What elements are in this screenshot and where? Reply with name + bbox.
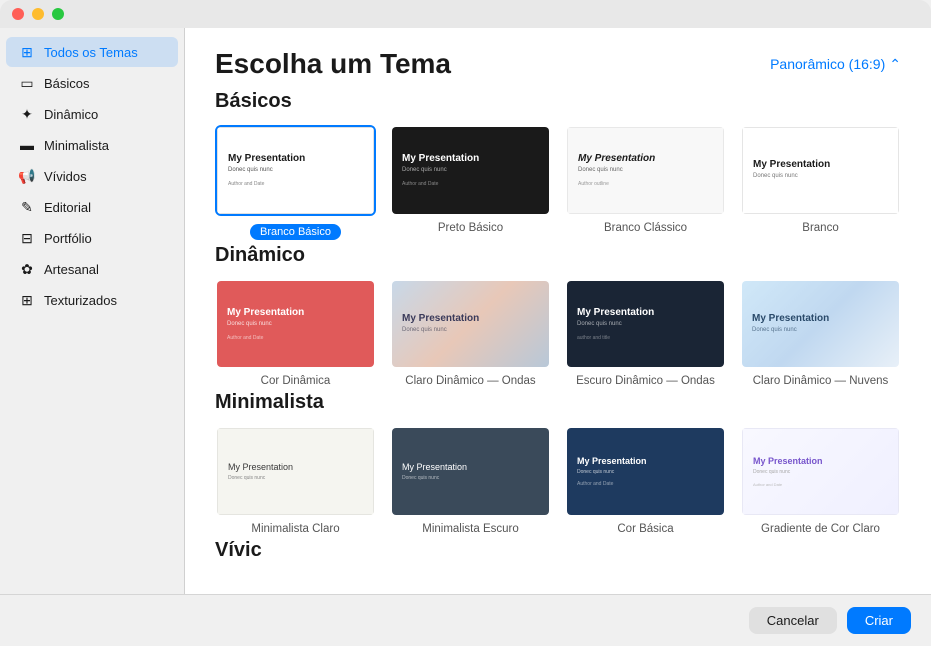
sidebar-label-portfolio: Portfólio: [44, 231, 92, 246]
template-label-escuro-ondas: Escuro Dinâmico — Ondas: [576, 375, 715, 387]
template-label-branco-classico: Branco Clássico: [604, 222, 687, 234]
template-branco-basico[interactable]: My PresentationDonec quis nuncAuthor and…: [215, 125, 376, 240]
sidebar-item-vividos[interactable]: 📢 Vívidos: [6, 161, 178, 191]
sidebar-item-basicos[interactable]: ▭ Básicos: [6, 68, 178, 98]
template-cor-basica[interactable]: My PresentationDonec quis nuncAuthor and…: [565, 426, 726, 535]
template-thumb-cor-basica: My PresentationDonec quis nuncAuthor and…: [565, 426, 726, 517]
sidebar-label-artesanal: Artesanal: [44, 262, 99, 277]
template-min-escuro[interactable]: My PresentationDonec quis nunc Minimalist…: [390, 426, 551, 535]
sidebar-item-editorial[interactable]: ✎ Editorial: [6, 192, 178, 222]
template-gradiente-claro[interactable]: My PresentationDonec quis nuncAuthor and…: [740, 426, 901, 535]
selected-badge: Branco Básico: [250, 224, 341, 240]
cancel-button[interactable]: Cancelar: [749, 607, 837, 634]
close-button[interactable]: [12, 8, 24, 20]
template-thumb-branco-classico: My PresentationDonec quis nuncAuthor out…: [565, 125, 726, 216]
sidebar-label-vividos: Vívidos: [44, 169, 87, 184]
sidebar-icon-artesanal: ✿: [18, 260, 36, 278]
template-thumb-branco: My PresentationDonec quis nunc: [740, 125, 901, 216]
template-thumb-escuro-ondas: My PresentationDonec quis nuncauthor and…: [565, 279, 726, 370]
template-label-min-claro: Minimalista Claro: [251, 523, 339, 535]
section-title-minimalista: Minimalista: [215, 391, 901, 414]
section-title-basicos: Básicos: [215, 90, 901, 113]
template-thumb-gradiente-claro: My PresentationDonec quis nuncAuthor and…: [740, 426, 901, 517]
sidebar-label-basicos: Básicos: [44, 76, 90, 91]
sidebar-icon-minimalista: ▬: [18, 136, 36, 154]
template-label-preto-basico: Preto Básico: [438, 222, 503, 234]
template-claro-ondas[interactable]: My PresentationDonec quis nunc Claro Dinâ…: [390, 279, 551, 388]
template-cor-dinamica[interactable]: My PresentationDonec quis nuncAuthor and…: [215, 279, 376, 388]
section-title-vividos: Vívic: [215, 539, 901, 562]
sidebar-item-dinamico[interactable]: ✦ Dinâmico: [6, 99, 178, 129]
footer: Cancelar Criar: [0, 594, 931, 646]
template-thumb-preto-basico: My PresentationDonec quis nuncAuthor and…: [390, 125, 551, 216]
sidebar-icon-vividos: 📢: [18, 167, 36, 185]
sidebar-label-texturizados: Texturizados: [44, 293, 117, 308]
template-label-min-escuro: Minimalista Escuro: [422, 523, 519, 535]
template-preto-basico[interactable]: My PresentationDonec quis nuncAuthor and…: [390, 125, 551, 240]
templates-grid-dinamico: My PresentationDonec quis nuncAuthor and…: [215, 279, 901, 388]
template-thumb-cor-dinamica: My PresentationDonec quis nuncAuthor and…: [215, 279, 376, 370]
sidebar-label-dinamico: Dinâmico: [44, 107, 98, 122]
template-thumb-branco-basico: My PresentationDonec quis nuncAuthor and…: [215, 125, 376, 216]
page-title: Escolha um Tema: [215, 48, 451, 80]
template-label-claro-ondas: Claro Dinâmico — Ondas: [405, 375, 535, 387]
templates-grid-minimalista: My PresentationDonec quis nunc Minimalist…: [215, 426, 901, 535]
sidebar-icon-portfolio: ⊟: [18, 229, 36, 247]
sidebar-item-texturizados[interactable]: ⊞ Texturizados: [6, 285, 178, 315]
aspect-ratio-selector[interactable]: Panorâmico (16:9) ⌃: [770, 56, 901, 73]
template-label-claro-nuvens: Claro Dinâmico — Nuvens: [753, 375, 889, 387]
template-escuro-ondas[interactable]: My PresentationDonec quis nuncauthor and…: [565, 279, 726, 388]
sidebar-item-minimalista[interactable]: ▬ Minimalista: [6, 130, 178, 160]
aspect-ratio-label: Panorâmico (16:9): [770, 56, 885, 72]
sidebar-label-todos: Todos os Temas: [44, 45, 138, 60]
template-label-gradiente-claro: Gradiente de Cor Claro: [761, 523, 880, 535]
content-header: Escolha um Tema Panorâmico (16:9) ⌃: [185, 28, 931, 90]
main-container: ⊞ Todos os Temas ▭ Básicos ✦ Dinâmico ▬ Minimal…: [0, 28, 931, 594]
sidebar-icon-dinamico: ✦: [18, 105, 36, 123]
sidebar-item-artesanal[interactable]: ✿ Artesanal: [6, 254, 178, 284]
section-basicos: Básicos My PresentationDonec quis nuncAut…: [215, 90, 901, 240]
sidebar-icon-todos: ⊞: [18, 43, 36, 61]
section-vividos: Vívic: [215, 539, 901, 562]
sidebar-item-todos[interactable]: ⊞ Todos os Temas: [6, 37, 178, 67]
template-label-cor-dinamica: Cor Dinâmica: [261, 375, 331, 387]
section-dinamico: Dinâmico My PresentationDonec quis nuncAu…: [215, 244, 901, 388]
create-button[interactable]: Criar: [847, 607, 911, 634]
template-thumb-min-claro: My PresentationDonec quis nunc: [215, 426, 376, 517]
sidebar-label-editorial: Editorial: [44, 200, 91, 215]
templates-scroll[interactable]: Básicos My PresentationDonec quis nuncAut…: [185, 90, 931, 594]
chevron-icon: ⌃: [889, 56, 901, 73]
template-branco-classico[interactable]: My PresentationDonec quis nuncAuthor out…: [565, 125, 726, 240]
sidebar-icon-texturizados: ⊞: [18, 291, 36, 309]
section-title-dinamico: Dinâmico: [215, 244, 901, 267]
template-thumb-claro-nuvens: My PresentationDonec quis nunc: [740, 279, 901, 370]
template-thumb-claro-ondas: My PresentationDonec quis nunc: [390, 279, 551, 370]
templates-grid-basicos: My PresentationDonec quis nuncAuthor and…: [215, 125, 901, 240]
template-claro-nuvens[interactable]: My PresentationDonec quis nunc Claro Dinâ…: [740, 279, 901, 388]
template-thumb-min-escuro: My PresentationDonec quis nunc: [390, 426, 551, 517]
template-branco[interactable]: My PresentationDonec quis nunc Branco: [740, 125, 901, 240]
maximize-button[interactable]: [52, 8, 64, 20]
sidebar-item-portfolio[interactable]: ⊟ Portfólio: [6, 223, 178, 253]
template-label-branco: Branco: [802, 222, 838, 234]
template-label-cor-basica: Cor Básica: [617, 523, 673, 535]
minimize-button[interactable]: [32, 8, 44, 20]
sidebar-icon-basicos: ▭: [18, 74, 36, 92]
title-bar: [0, 0, 931, 28]
template-min-claro[interactable]: My PresentationDonec quis nunc Minimalist…: [215, 426, 376, 535]
sidebar-label-minimalista: Minimalista: [44, 138, 109, 153]
sidebar: ⊞ Todos os Temas ▭ Básicos ✦ Dinâmico ▬ Minimal…: [0, 28, 185, 594]
content-area: Escolha um Tema Panorâmico (16:9) ⌃ Bási…: [185, 28, 931, 594]
section-minimalista: Minimalista My PresentationDonec quis nun…: [215, 391, 901, 535]
sidebar-icon-editorial: ✎: [18, 198, 36, 216]
